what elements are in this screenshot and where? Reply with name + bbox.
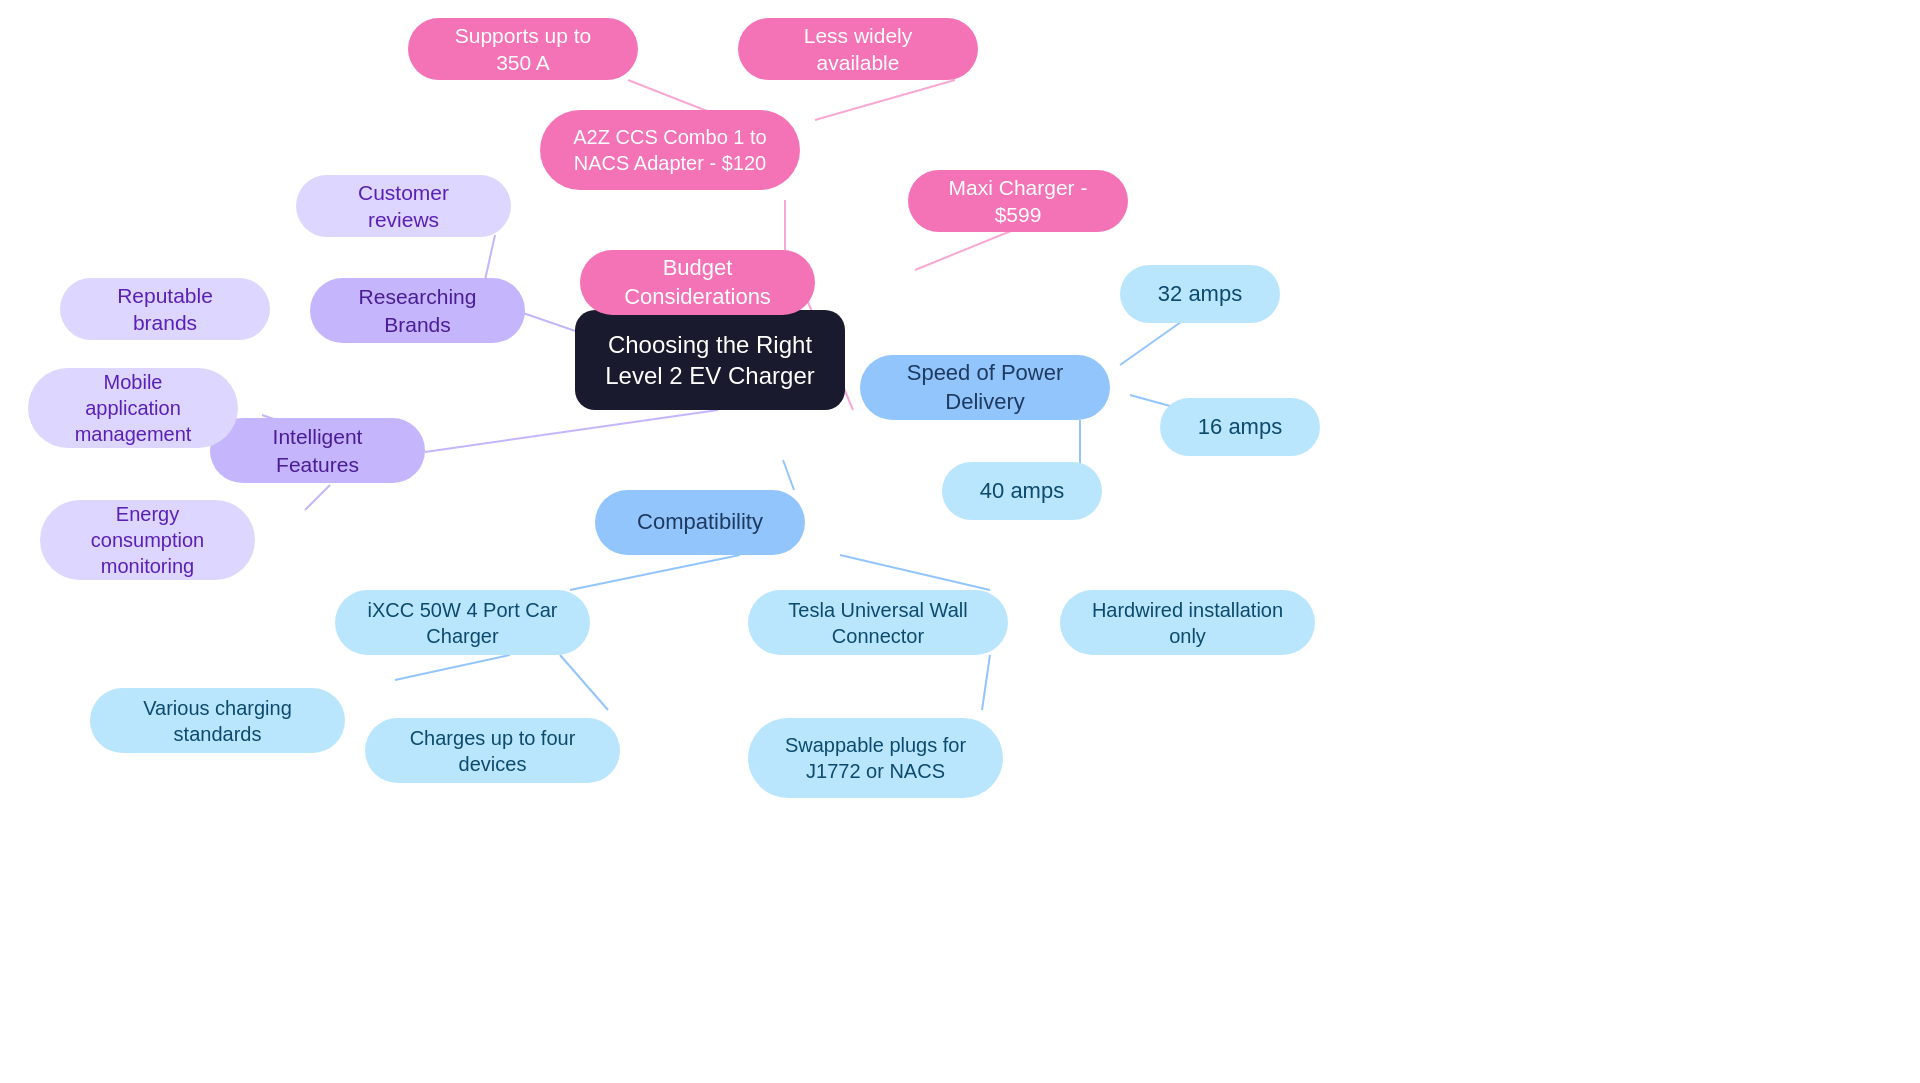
researching-node: Researching Brands <box>310 278 525 343</box>
amps16-node: 16 amps <box>1160 398 1320 456</box>
amps40-node: 40 amps <box>942 462 1102 520</box>
svg-line-18 <box>395 655 510 680</box>
svg-line-21 <box>982 655 990 710</box>
lessavailable-node: Less widely available <box>738 18 978 80</box>
center-node: Choosing the Right Level 2 EV Charger <box>575 310 845 410</box>
mobileapp-node: Mobile application management <box>28 368 238 448</box>
chargesfour-node: Charges up to four devices <box>365 718 620 783</box>
a2z-node: A2Z CCS Combo 1 to NACS Adapter - $120 <box>540 110 800 190</box>
variouscharging-node: Various charging standards <box>90 688 345 753</box>
swappable-node: Swappable plugs for J1772 or NACS <box>748 718 1003 798</box>
svg-line-16 <box>570 555 740 590</box>
customerreviews-node: Customer reviews <box>296 175 511 237</box>
intelligent-node: Intelligent Features <box>210 418 425 483</box>
energyconsumption-node: Energy consumption monitoring <box>40 500 255 580</box>
svg-line-6 <box>485 235 495 280</box>
supports350-node: Supports up to 350 A <box>408 18 638 80</box>
svg-line-19 <box>560 655 608 710</box>
hardwired-node: Hardwired installation only <box>1060 590 1315 655</box>
reputablebrands-node: Reputable brands <box>60 278 270 340</box>
svg-line-10 <box>305 485 330 510</box>
svg-line-8 <box>425 410 718 452</box>
speed-node: Speed of Power Delivery <box>860 355 1110 420</box>
compatibility-node: Compatibility <box>595 490 805 555</box>
svg-line-17 <box>840 555 990 590</box>
maxi-node: Maxi Charger - $599 <box>908 170 1128 232</box>
ixcc-node: iXCC 50W 4 Port Car Charger <box>335 590 590 655</box>
svg-line-15 <box>783 460 794 490</box>
amps32-node: 32 amps <box>1120 265 1280 323</box>
svg-line-3 <box>815 80 955 120</box>
budget-node: Budget Considerations <box>580 250 815 315</box>
tesla-node: Tesla Universal Wall Connector <box>748 590 1008 655</box>
